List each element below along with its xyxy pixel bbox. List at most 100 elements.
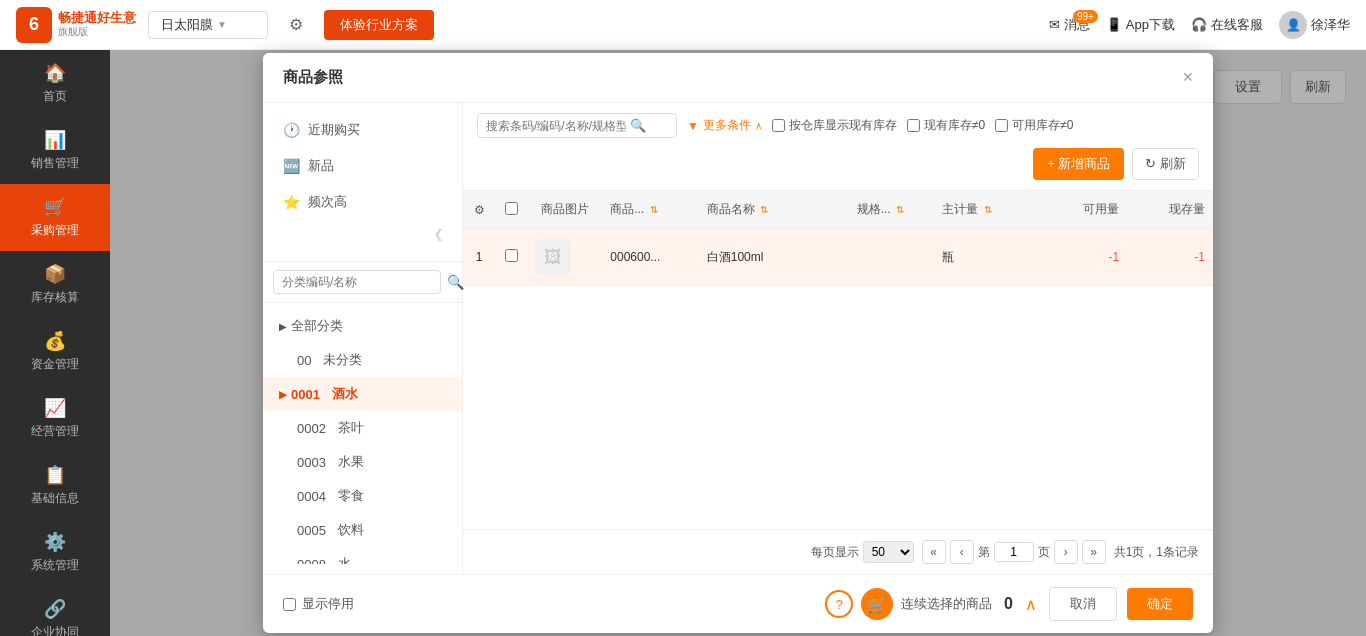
sidebar-item-system[interactable]: ⚙️ 系统管理 xyxy=(0,519,110,586)
sidebar-item-label: 经营管理 xyxy=(31,423,79,440)
settings-icon[interactable]: ⚙ xyxy=(280,9,312,41)
next-page-button[interactable]: › xyxy=(1054,540,1078,564)
collab-icon: 🔗 xyxy=(44,598,66,620)
confirm-button[interactable]: 确定 xyxy=(1127,588,1193,620)
col-code-header[interactable]: 商品... ⇅ xyxy=(602,191,698,229)
cat-item-snacks[interactable]: 0004 零食 xyxy=(263,479,462,513)
tab-new-products[interactable]: 🆕 新品 xyxy=(273,149,452,183)
add-product-button[interactable]: + 新增商品 xyxy=(1033,148,1124,180)
cat-item-beverages[interactable]: 0005 饮料 xyxy=(263,513,462,547)
product-search-icon[interactable]: 🔍 xyxy=(630,118,646,133)
sidebar-item-collab[interactable]: 🔗 企业协同 xyxy=(0,586,110,636)
col-settings-header[interactable]: ⚙ xyxy=(463,191,495,229)
filter-arrow-icon: ∧ xyxy=(755,120,762,131)
tab-frequent[interactable]: ⭐ 频次高 xyxy=(273,185,452,219)
cat-search: 🔍 xyxy=(263,262,462,303)
checkbox-available-stock[interactable]: 可用库存≠0 xyxy=(995,117,1073,134)
last-page-button[interactable]: » xyxy=(1082,540,1106,564)
sidebar-item-home[interactable]: 🏠 首页 xyxy=(0,50,110,117)
trial-button[interactable]: 体验行业方案 xyxy=(324,10,434,40)
cat-arrow-all: ▶ xyxy=(279,321,287,332)
message-icon: ✉ xyxy=(1049,17,1060,32)
sidebar-item-inventory[interactable]: 📦 库存核算 xyxy=(0,251,110,318)
product-code-cell: 000600... xyxy=(602,229,698,286)
page-size-dropdown[interactable]: 50 10 20 100 xyxy=(863,541,914,563)
row-index: 1 xyxy=(463,229,495,286)
available-stock-checkbox[interactable] xyxy=(995,119,1008,132)
current-stock-checkbox[interactable] xyxy=(907,119,920,132)
operations-icon: 📈 xyxy=(44,397,66,419)
tab-recent-purchase[interactable]: 🕐 近期购买 xyxy=(273,113,452,147)
page-size-select: 每页显示 50 10 20 100 xyxy=(811,541,914,563)
inventory-icon: 📦 xyxy=(44,263,66,285)
sidebar-item-operations[interactable]: 📈 经营管理 xyxy=(0,385,110,452)
logo-sub: 旗舰版 xyxy=(58,25,136,39)
finance-icon: 💰 xyxy=(44,330,66,352)
col-unit-header[interactable]: 主计量 ⇅ xyxy=(934,191,1020,229)
user-item[interactable]: 👤 徐泽华 xyxy=(1279,11,1350,39)
col-checkbox-header xyxy=(495,191,527,229)
cat-search-input[interactable] xyxy=(273,270,441,294)
disabled-checkbox[interactable] xyxy=(283,598,296,611)
left-panel-tabs: 🕐 近期购买 🆕 新品 ⭐ 频次高 xyxy=(263,113,462,262)
checkbox-warehouse-stock[interactable]: 按仓库显示现有库存 xyxy=(772,117,897,134)
message-badge: 99+ xyxy=(1073,10,1098,23)
footer-center: ? 🛒 连续选择的商品 0 ∧ xyxy=(825,588,1037,620)
col-spec-header[interactable]: 规格... ⇅ xyxy=(849,191,935,229)
sidebar-item-sales[interactable]: 📊 销售管理 xyxy=(0,117,110,184)
sidebar-item-label: 系统管理 xyxy=(31,557,79,574)
logo-area: 6 畅捷通好生意 旗舰版 xyxy=(16,7,136,43)
code-sort-icon: ⇅ xyxy=(650,204,658,215)
cat-item-fruit[interactable]: 0003 水果 xyxy=(263,445,462,479)
prev-page-button[interactable]: ‹ xyxy=(950,540,974,564)
modal-footer: 显示停用 ? 🛒 连续选择的商品 0 ∧ 取消 确定 xyxy=(263,574,1213,633)
sidebar-item-label: 销售管理 xyxy=(31,155,79,172)
table-row[interactable]: 1 🖼 000600... 白酒100ml xyxy=(463,229,1213,286)
modal-header: 商品参照 × xyxy=(263,53,1213,103)
store-selector[interactable]: 日太阳膜 ▼ xyxy=(148,11,268,39)
cart-button[interactable]: 🛒 xyxy=(861,588,893,620)
cat-item-all[interactable]: ▶ 全部分类 xyxy=(263,309,462,343)
cat-item-uncategorized[interactable]: 00 未分类 xyxy=(263,343,462,377)
product-search-box: 🔍 xyxy=(477,113,677,138)
content-area: 查询 设置 刷新 商品参照 × xyxy=(110,50,1366,636)
spec-sort-icon: ⇅ xyxy=(896,204,904,215)
cat-item-water[interactable]: 0008 水 xyxy=(263,547,462,564)
messages-item[interactable]: ✉ 消息 99+ xyxy=(1049,16,1090,34)
sidebar-item-finance[interactable]: 💰 资金管理 xyxy=(0,318,110,385)
new-icon: 🆕 xyxy=(283,158,300,174)
app-download-item[interactable]: 📱 App下载 xyxy=(1106,16,1175,34)
sidebar-item-purchase[interactable]: 🛒 采购管理 xyxy=(0,184,110,251)
filter-icon: ▼ xyxy=(687,119,699,133)
footer-collapse-arrow[interactable]: ∧ xyxy=(1025,595,1037,614)
warehouse-stock-checkbox[interactable] xyxy=(772,119,785,132)
product-table: ⚙ 商品图片 商品... xyxy=(463,191,1213,286)
col-stock-header: 现存量 xyxy=(1127,191,1213,229)
cancel-button[interactable]: 取消 xyxy=(1049,587,1117,621)
sidebar-item-label: 资金管理 xyxy=(31,356,79,373)
sidebar-item-basic-info[interactable]: 📋 基础信息 xyxy=(0,452,110,519)
product-unit-cell: 瓶 xyxy=(934,229,1020,286)
cat-search-icon[interactable]: 🔍 xyxy=(447,274,464,290)
cat-item-alcohol[interactable]: ▶ 0001 酒水 xyxy=(263,377,462,411)
cat-item-tea[interactable]: 0002 茶叶 xyxy=(263,411,462,445)
topbar: 6 畅捷通好生意 旗舰版 日太阳膜 ▼ ⚙ 体验行业方案 ✉ 消息 99+ 📱 … xyxy=(0,0,1366,50)
unit-sort-icon: ⇅ xyxy=(984,204,992,215)
first-page-button[interactable]: « xyxy=(922,540,946,564)
pagination: 每页显示 50 10 20 100 « ‹ xyxy=(463,529,1213,574)
product-spec-cell xyxy=(849,229,935,286)
show-disabled-checkbox[interactable]: 显示停用 xyxy=(283,595,354,613)
table-refresh-button[interactable]: ↻ 刷新 xyxy=(1132,148,1199,180)
select-all-checkbox[interactable] xyxy=(505,202,518,215)
page-number-input[interactable] xyxy=(994,542,1034,562)
col-name-header[interactable]: 商品名称 ⇅ xyxy=(699,191,849,229)
row-checkbox[interactable] xyxy=(505,249,518,262)
checkbox-current-stock[interactable]: 现有库存≠0 xyxy=(907,117,985,134)
collapse-left-button[interactable]: 《 xyxy=(418,221,452,251)
product-search-input[interactable] xyxy=(486,119,626,133)
more-filter-button[interactable]: ▼ 更多条件 ∧ xyxy=(687,117,762,134)
purchase-icon: 🛒 xyxy=(44,196,66,218)
help-button[interactable]: ? xyxy=(825,590,853,618)
modal-close-button[interactable]: × xyxy=(1182,67,1193,88)
online-service-item[interactable]: 🎧 在线客服 xyxy=(1191,16,1263,34)
